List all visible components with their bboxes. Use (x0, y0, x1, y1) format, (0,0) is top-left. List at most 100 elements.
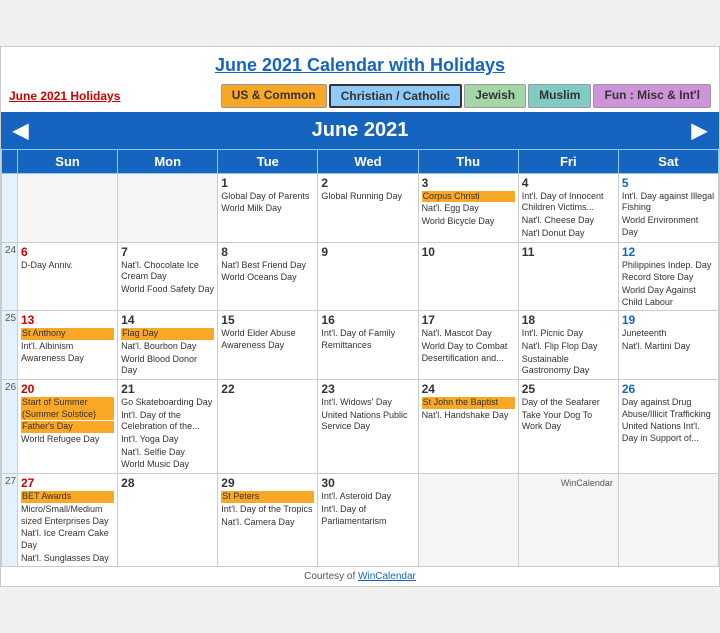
st-peters-label: St Peters (221, 491, 314, 503)
week-number: 24 (2, 242, 18, 311)
col-sun: Sun (18, 149, 118, 173)
calendar-cell-1: 1 Global Day of Parents World Milk Day (218, 173, 318, 242)
day-number: 17 (422, 313, 515, 327)
fathers-day-label: Father's Day (21, 421, 114, 433)
day-number: 15 (221, 313, 314, 327)
calendar-cell-empty (618, 474, 718, 567)
event: Int'l. Widows' Day (321, 397, 414, 409)
day-number: 24 (422, 382, 515, 396)
calendar-cell-3: 3 Corpus Christi Nat'l. Egg Day World Bi… (418, 173, 518, 242)
event: Nat'l. Sunglasses Day (21, 553, 114, 565)
calendar-cell-19: 19 Juneteenth Nat'l. Martini Day (618, 311, 718, 380)
day-number: 16 (321, 313, 414, 327)
col-sat: Sat (618, 149, 718, 173)
day-number: 10 (422, 245, 515, 259)
wincalendar-link[interactable]: WinCalendar (358, 571, 416, 582)
day-number: 20 (21, 382, 114, 396)
tab-christian-catholic[interactable]: Christian / Catholic (329, 84, 462, 108)
calendar-cell-17: 17 Nat'l. Mascot Day World Day to Combat… (418, 311, 518, 380)
event: World Music Day (121, 459, 214, 471)
event-corpus-christi: Corpus Christi (422, 191, 515, 203)
corpus-christi-label: Corpus Christi (422, 191, 515, 203)
calendar-table: Sun Mon Tue Wed Thu Fri Sat 1 Global Day… (1, 149, 719, 568)
table-row: 1 Global Day of Parents World Milk Day 2… (2, 173, 719, 242)
col-thu: Thu (418, 149, 518, 173)
day-number: 19 (622, 313, 715, 327)
calendar-cell-20: 20 Start of Summer (Summer Solstice) Fat… (18, 380, 118, 474)
year-label[interactable]: June 2021 Holidays (9, 89, 120, 103)
calendar-cell-empty (18, 173, 118, 242)
tab-fun[interactable]: Fun : Misc & Int'l (593, 84, 711, 108)
tab-muslim[interactable]: Muslim (528, 84, 591, 108)
day-number: 9 (321, 245, 414, 259)
event: Int'l. Day of Parliamentarism (321, 504, 414, 527)
table-row: 26 20 Start of Summer (Summer Solstice) … (2, 380, 719, 474)
st-anthony-label: St Anthony (21, 328, 114, 340)
day-number: 18 (522, 313, 615, 327)
day-number: 7 (121, 245, 214, 259)
day-number: 4 (522, 176, 615, 190)
calendar-cell-empty (118, 173, 218, 242)
next-month-button[interactable]: ▶ (692, 118, 707, 143)
wincalendar-label: WinCalendar (522, 476, 615, 490)
tab-us-common[interactable]: US & Common (221, 84, 327, 108)
event-st-peters: St Peters (221, 491, 314, 503)
event: World Environment Day (622, 215, 715, 238)
day-number: 3 (422, 176, 515, 190)
calendar-cell-5: 5 Int'l. Day against Illegal Fishing Wor… (618, 173, 718, 242)
col-wed: Wed (318, 149, 418, 173)
day-number: 26 (622, 382, 715, 396)
day-number: 21 (121, 382, 214, 396)
calendar-cell-30: 30 Int'l. Asteroid Day Int'l. Day of Par… (318, 474, 418, 567)
calendar-cell-27: 27 BET Awards Micro/Small/Medium sized E… (18, 474, 118, 567)
day-number: 6 (21, 245, 114, 259)
event: Start of Summer (Summer Solstice) (21, 397, 114, 420)
st-john-label: St John the Baptist (422, 397, 515, 409)
week-number: 25 (2, 311, 18, 380)
event: Nat'l. Handshake Day (422, 410, 515, 422)
calendar-cell-21: 21 Go Skateboarding Day Int'l. Day of th… (118, 380, 218, 474)
event: World Milk Day (221, 203, 314, 215)
calendar-cell-11: 11 (518, 242, 618, 311)
title-bar: June 2021 Calendar with Holidays (1, 47, 719, 80)
event-bet-awards: BET Awards (21, 491, 114, 503)
tab-bar: US & Common Christian / Catholic Jewish … (221, 84, 711, 108)
event: Micro/Small/Medium sized Enterprises Day (21, 504, 114, 527)
event: Int'l. Day against Illegal Fishing (622, 191, 715, 214)
calendar-cell-26: 26 Day against Drug Abuse/Illicit Traffi… (618, 380, 718, 474)
event: Go Skateboarding Day (121, 397, 214, 409)
calendar-cell-empty: WinCalendar (518, 474, 618, 567)
table-row: 27 27 BET Awards Micro/Small/Medium size… (2, 474, 719, 567)
event: Record Store Day (622, 272, 715, 284)
col-tue: Tue (218, 149, 318, 173)
footer: Courtesy of WinCalendar (1, 567, 719, 586)
day-number: 29 (221, 476, 314, 490)
calendar-cell-23: 23 Int'l. Widows' Day United Nations Pub… (318, 380, 418, 474)
table-row: 24 6 D-Day Anniv. 7 Nat'l. Chocolate Ice… (2, 242, 719, 311)
event: United Nations Public Service Day (321, 410, 414, 433)
event: Global Day of Parents (221, 191, 314, 203)
week-col-header (2, 149, 18, 173)
day-number: 25 (522, 382, 615, 396)
event: Int'l. Picnic Day (522, 328, 615, 340)
page-title: June 2021 Calendar with Holidays (5, 55, 715, 76)
week-number: 26 (2, 380, 18, 474)
prev-month-button[interactable]: ◀ (13, 118, 28, 143)
calendar-cell-6: 6 D-Day Anniv. (18, 242, 118, 311)
event: United Nations Int'l. Day in Support of.… (622, 421, 715, 444)
event: Nat'l. Martini Day (622, 341, 715, 353)
event: Int'l. Albinism Awareness Day (21, 341, 114, 364)
event: Juneteenth (622, 328, 715, 340)
event: Day of the Seafarer (522, 397, 615, 409)
calendar-cell-2: 2 Global Running Day (318, 173, 418, 242)
event: Take Your Dog To Work Day (522, 410, 615, 433)
bet-awards-label: BET Awards (21, 491, 114, 503)
event: World Bicycle Day (422, 216, 515, 228)
tab-jewish[interactable]: Jewish (464, 84, 526, 108)
calendar-cell-9: 9 (318, 242, 418, 311)
day-number: 5 (622, 176, 715, 190)
event: Int'l. Asteroid Day (321, 491, 414, 503)
day-number: 1 (221, 176, 314, 190)
day-number: 12 (622, 245, 715, 259)
calendar-cell-16: 16 Int'l. Day of Family Remittances (318, 311, 418, 380)
